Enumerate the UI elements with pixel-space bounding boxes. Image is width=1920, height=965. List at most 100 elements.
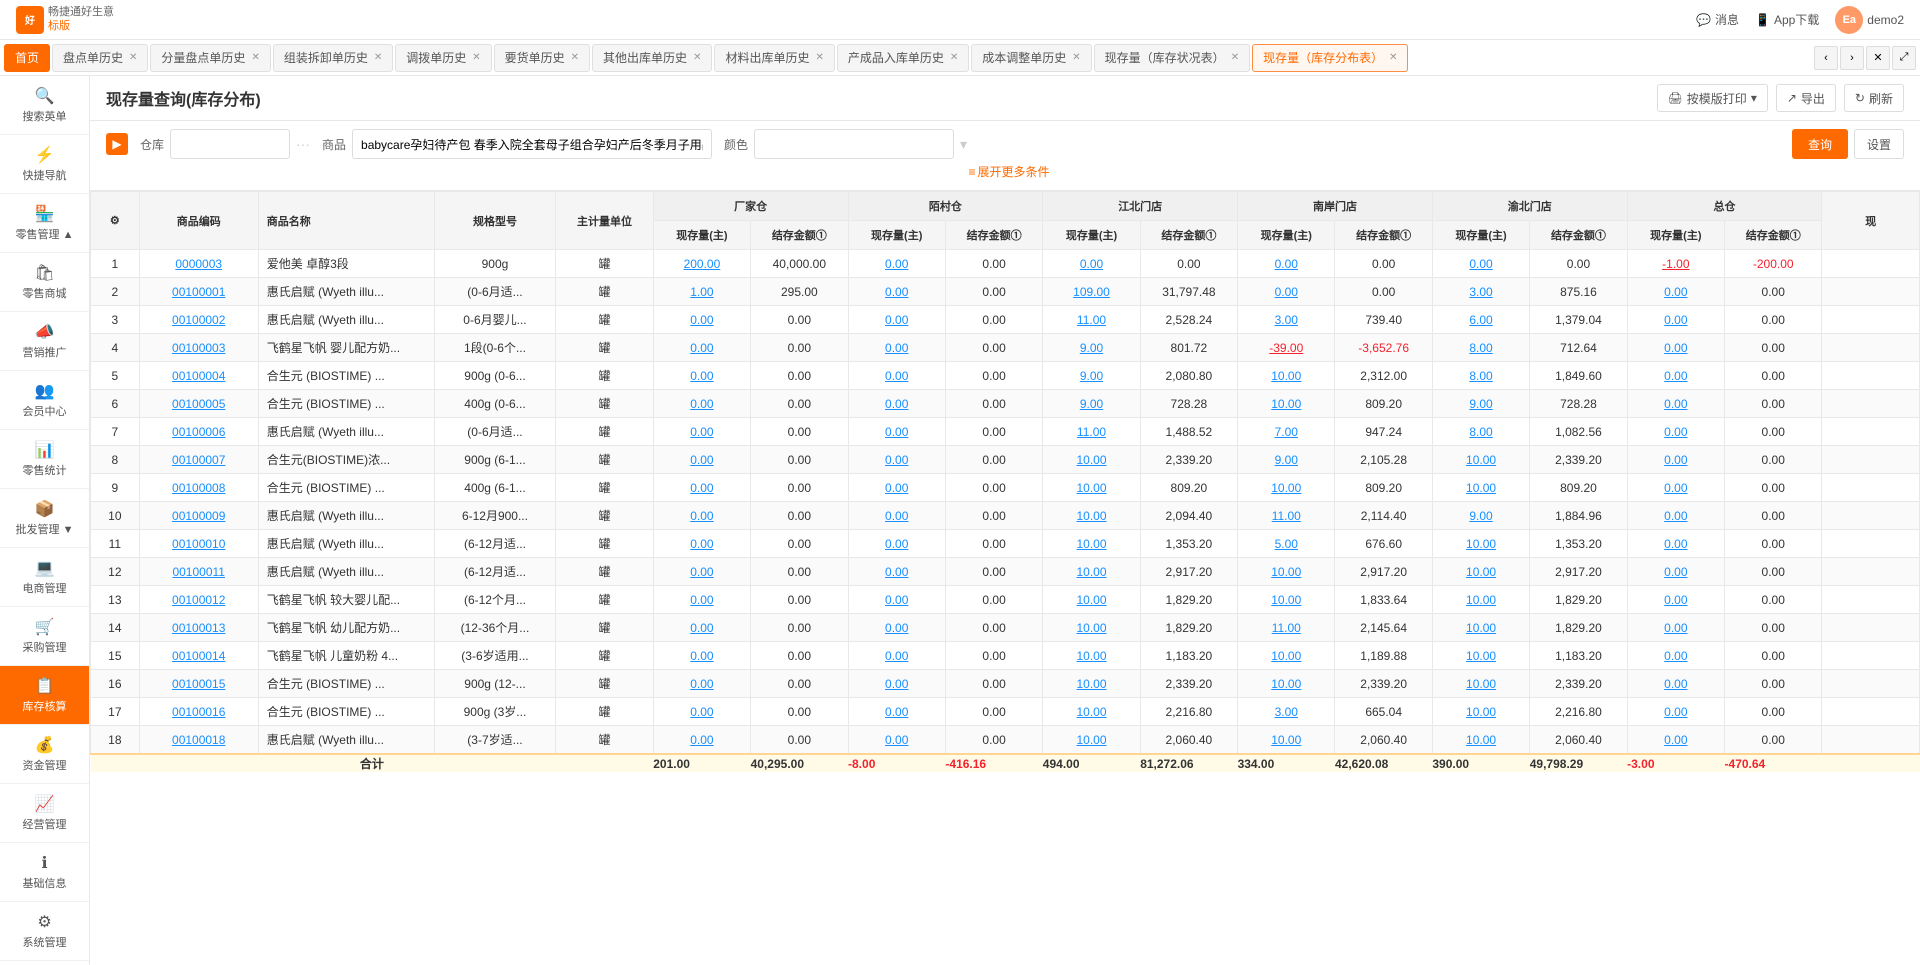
sidebar-item-operations[interactable]: 📈 经营管理 xyxy=(0,784,89,843)
tab-8[interactable]: 产成品入库单历史 ✕ xyxy=(837,44,969,72)
warehouse-input[interactable] xyxy=(170,129,290,159)
tab-11-active[interactable]: 现存量（库存分布表） ✕ xyxy=(1252,44,1408,72)
search-btn[interactable]: 查询 xyxy=(1792,129,1848,159)
tab-close-3[interactable]: ✕ xyxy=(374,52,382,63)
tab-close-6[interactable]: ✕ xyxy=(693,52,701,63)
table-row: 1300100012飞鹤星飞帆 较大婴儿配...(6-12个月...罐0.000… xyxy=(91,586,1920,614)
tab-6[interactable]: 其他出库单历史 ✕ xyxy=(592,44,712,72)
sidebar-item-ecommerce[interactable]: 💻 电商管理 xyxy=(0,548,89,607)
sidebar-item-marketing[interactable]: 📣 营销推广 xyxy=(0,312,89,371)
col-settings-icon[interactable]: ⚙ xyxy=(91,192,140,250)
sidebar-item-search[interactable]: 🔍 搜索英单 xyxy=(0,76,89,135)
table-row: 300100002惠氏启赋 (Wyeth illu...0-6月婴儿...罐0.… xyxy=(91,306,1920,334)
footer-jb-amt: 81,272.06 xyxy=(1140,754,1237,772)
tab-2[interactable]: 分量盘点单历史 ✕ xyxy=(150,44,270,72)
table-row: 500100004合生元 (BIOSTIME) ...900g (0-6...罐… xyxy=(91,362,1920,390)
tab-next-btn[interactable]: › xyxy=(1840,46,1864,70)
top-bar-right: 💬 消息 📱 App下载 Ea demo2 xyxy=(1696,6,1904,34)
system-icon: ⚙ xyxy=(4,912,85,932)
table-row: 1100100010惠氏启赋 (Wyeth illu...(6-12月适...罐… xyxy=(91,530,1920,558)
footer-mc-qty: -8.00 xyxy=(848,754,945,772)
group-jb: 江北门店 xyxy=(1043,192,1238,221)
table-row: 1800100018惠氏启赋 (Wyeth illu...(3-7岁适...罐0… xyxy=(91,726,1920,755)
sidebar-item-mall[interactable]: 🛍 零售商城 xyxy=(0,253,89,312)
export-btn[interactable]: ↗ 导出 xyxy=(1776,84,1836,112)
download-icon: 📱 xyxy=(1755,13,1770,27)
set-btn[interactable]: 设置 xyxy=(1854,129,1904,159)
col-mc-qty: 现存量(主) xyxy=(848,221,945,250)
tab-close-11[interactable]: ✕ xyxy=(1389,52,1397,63)
tab-close-7[interactable]: ✕ xyxy=(815,52,823,63)
tab-5[interactable]: 要货单历史 ✕ xyxy=(494,44,590,72)
top-bar-left: 好 畅捷通好生意 标版 xyxy=(16,6,114,34)
col-total-amt: 结存金额① xyxy=(1725,221,1822,250)
tab-3[interactable]: 组装拆卸单历史 ✕ xyxy=(273,44,393,72)
sidebar-item-member[interactable]: 👥 会员中心 xyxy=(0,371,89,430)
table-row: 900100008合生元 (BIOSTIME) ...400g (6-1...罐… xyxy=(91,474,1920,502)
user-area[interactable]: Ea demo2 xyxy=(1835,6,1904,34)
col-mc-amt: 结存金额① xyxy=(945,221,1042,250)
tab-close-4[interactable]: ✕ xyxy=(472,52,480,63)
print-icon: 🖨 xyxy=(1668,91,1683,105)
tab-expand-btn[interactable]: ⤢ xyxy=(1892,46,1916,70)
goods-field: 商品 xyxy=(322,129,712,159)
message-icon: 💬 xyxy=(1696,13,1711,27)
sidebar-item-retail-mgmt[interactable]: 🏪 零售管理 ▲ xyxy=(0,194,89,253)
color-input[interactable] xyxy=(754,129,954,159)
tab-bar: 首页 盘点单历史 ✕ 分量盘点单历史 ✕ 组装拆卸单历史 ✕ 调拨单历史 ✕ 要… xyxy=(0,40,1920,76)
table-row: 600100005合生元 (BIOSTIME) ...400g (0-6...罐… xyxy=(91,390,1920,418)
tab-close-10[interactable]: ✕ xyxy=(1231,52,1239,63)
expand-arrow-btn[interactable]: ▶ xyxy=(106,133,128,155)
expand-icon: ≡ xyxy=(968,165,975,179)
table-area: ⚙ 商品编码 商品名称 规格型号 主计量单位 厂家仓 陌村仓 江北门店 南岸门店… xyxy=(90,191,1920,965)
goods-input[interactable] xyxy=(352,129,712,159)
sidebar-item-purchase[interactable]: 🛒 采购管理 xyxy=(0,607,89,666)
table-row: 1700100016合生元 (BIOSTIME) ...900g (3岁...罐… xyxy=(91,698,1920,726)
col-cj-qty: 现存量(主) xyxy=(653,221,750,250)
sidebar-item-system[interactable]: ⚙ 系统管理 xyxy=(0,902,89,961)
footer-cj-amt: 40,295.00 xyxy=(751,754,848,772)
tab-9[interactable]: 成本调整单历史 ✕ xyxy=(971,44,1091,72)
sidebar-item-nav[interactable]: ⚡ 快捷导航 xyxy=(0,135,89,194)
tab-1[interactable]: 盘点单历史 ✕ xyxy=(52,44,148,72)
tab-prev-btn[interactable]: ‹ xyxy=(1814,46,1838,70)
tab-7[interactable]: 材料出库单历史 ✕ xyxy=(714,44,834,72)
tab-close-all-btn[interactable]: ✕ xyxy=(1866,46,1890,70)
retail-icon: 🏪 xyxy=(4,204,85,224)
sidebar-item-collab[interactable]: 🤝 企业协同 xyxy=(0,961,89,965)
search-buttons: 查询 设置 xyxy=(1792,129,1904,159)
app-download-btn[interactable]: 📱 App下载 xyxy=(1755,11,1819,28)
print-btn[interactable]: 🖨 按模版打印 ▾ xyxy=(1657,84,1768,112)
logo-icon: 好 xyxy=(16,6,44,34)
tab-close-1[interactable]: ✕ xyxy=(129,52,137,63)
sidebar-item-basic-info[interactable]: ℹ 基础信息 xyxy=(0,843,89,902)
nav-icon: ⚡ xyxy=(4,145,85,165)
expand-conditions-btn[interactable]: ≡ 展开更多条件 xyxy=(968,163,1049,180)
page-header: 现存量查询(库存分布) 🖨 按模版打印 ▾ ↗ 导出 ↻ 刷新 xyxy=(90,76,1920,121)
mall-icon: 🛍 xyxy=(4,263,85,283)
footer-jb-qty: 494.00 xyxy=(1043,754,1140,772)
refresh-btn[interactable]: ↻ 刷新 xyxy=(1844,84,1904,112)
sidebar-item-inventory[interactable]: 📋 库存核算 xyxy=(0,666,89,725)
tab-close-2[interactable]: ✕ xyxy=(251,52,259,63)
col-yb-amt: 结存金额① xyxy=(1530,221,1627,250)
table-row: 1000100009惠氏启赋 (Wyeth illu...6-12月900...… xyxy=(91,502,1920,530)
tab-close-8[interactable]: ✕ xyxy=(950,52,958,63)
footer-na-amt: 42,620.08 xyxy=(1335,754,1432,772)
sidebar-item-wholesale[interactable]: 📦 批发管理 ▼ xyxy=(0,489,89,548)
tab-10[interactable]: 现存量（库存状况表） ✕ xyxy=(1094,44,1250,72)
sidebar-item-finance[interactable]: 💰 资金管理 xyxy=(0,725,89,784)
col-yb-qty: 现存量(主) xyxy=(1432,221,1529,250)
table-row: 1400100013飞鹤星飞帆 幼儿配方奶...(12-36个月...罐0.00… xyxy=(91,614,1920,642)
messages-btn[interactable]: 💬 消息 xyxy=(1696,11,1739,28)
tab-close-9[interactable]: ✕ xyxy=(1072,52,1080,63)
sidebar-item-retail-stats[interactable]: 📊 零售统计 xyxy=(0,430,89,489)
tab-close-5[interactable]: ✕ xyxy=(571,52,579,63)
tab-4[interactable]: 调拨单历史 ✕ xyxy=(395,44,491,72)
expand-row: ≡ 展开更多条件 xyxy=(106,159,1904,182)
ecommerce-icon: 💻 xyxy=(4,558,85,578)
tab-home[interactable]: 首页 xyxy=(4,44,50,72)
footer-yb-qty: 390.00 xyxy=(1432,754,1529,772)
wholesale-icon: 📦 xyxy=(4,499,85,519)
col-jb-qty: 现存量(主) xyxy=(1043,221,1140,250)
